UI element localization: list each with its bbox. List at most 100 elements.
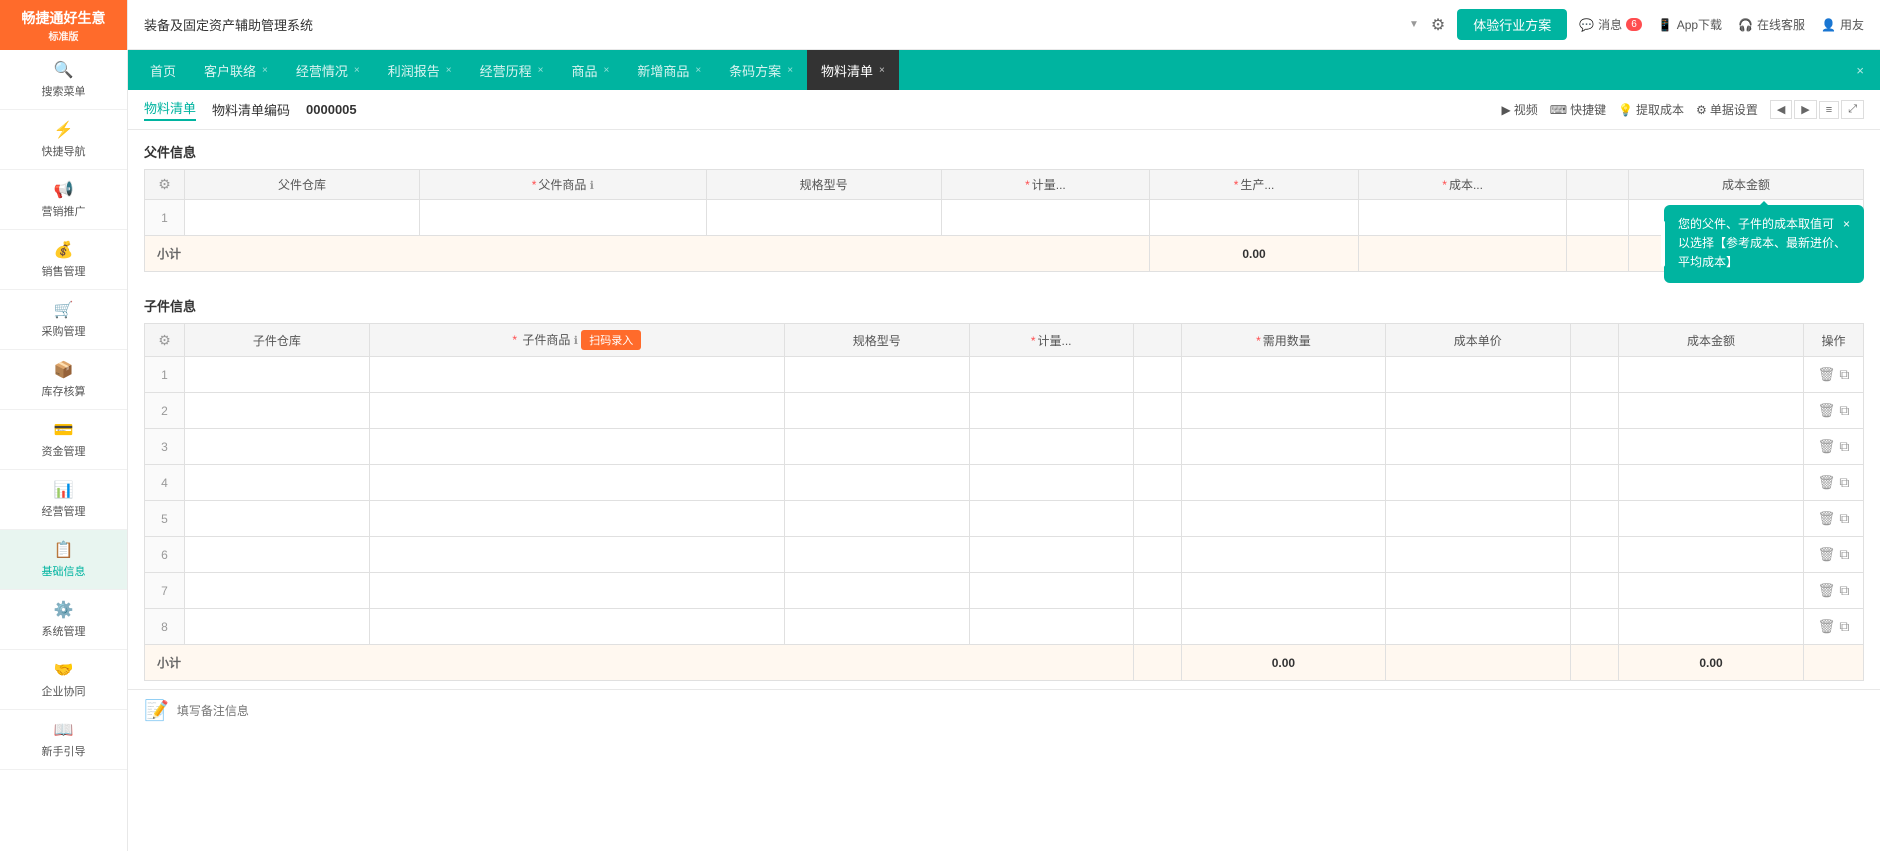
child-delete-icon-7[interactable]: 🗑 (1818, 582, 1836, 599)
child-cell-spec-2[interactable] (784, 393, 969, 429)
breadcrumb-tab2[interactable]: 物料清单编码 (212, 100, 290, 119)
nav-menu-button[interactable]: ≡ (1819, 101, 1839, 119)
note-input[interactable] (177, 704, 1864, 718)
child-cell-warehouse-5[interactable] (185, 501, 370, 537)
child-copy-icon-6[interactable]: ⧉ (1839, 546, 1849, 563)
child-cell-unit-cost-5[interactable] (1385, 501, 1570, 537)
tooltip-close-button[interactable]: × (1843, 215, 1850, 234)
child-cell-unit-cost-2[interactable] (1385, 393, 1570, 429)
sidebar-item-6[interactable]: 💳资金管理 (0, 410, 127, 470)
child-cell-unit-1[interactable] (969, 357, 1133, 393)
message-action[interactable]: 💬 消息 6 (1579, 16, 1642, 33)
user-action[interactable]: 👤 用友 (1821, 16, 1864, 33)
parent-cell-cost-1[interactable] (1358, 200, 1567, 236)
sidebar-item-11[interactable]: 📖新手引导 (0, 710, 127, 770)
settings-gear-button[interactable]: ⚙ (1431, 15, 1445, 35)
child-cell-unit-8[interactable] (969, 609, 1133, 645)
nav-tab-close-5[interactable]: × (603, 65, 609, 76)
child-cell-spec-7[interactable] (784, 573, 969, 609)
child-cell-unit-cost-4[interactable] (1385, 465, 1570, 501)
child-cell-product-3[interactable] (369, 429, 784, 465)
nav-tab-close-3[interactable]: × (446, 65, 452, 76)
nav-tab-6[interactable]: 新增商品× (623, 50, 715, 90)
nav-tab-8[interactable]: 物料清单× (807, 50, 899, 90)
online-service-action[interactable]: 🎧 在线客服 (1738, 16, 1805, 33)
child-cell-unit-cost-6[interactable] (1385, 537, 1570, 573)
child-copy-icon-7[interactable]: ⧉ (1839, 582, 1849, 599)
child-copy-icon-2[interactable]: ⧉ (1839, 402, 1849, 419)
child-delete-icon-8[interactable]: 🗑 (1818, 618, 1836, 635)
child-cell-spec-1[interactable] (784, 357, 969, 393)
parent-col-settings[interactable]: ⚙ (145, 170, 185, 200)
child-cell-spec-5[interactable] (784, 501, 969, 537)
child-cell-unit-7[interactable] (969, 573, 1133, 609)
child-cell-warehouse-4[interactable] (185, 465, 370, 501)
child-cell-unit-4[interactable] (969, 465, 1133, 501)
nav-tab-close-8[interactable]: × (879, 65, 885, 76)
child-cell-warehouse-2[interactable] (185, 393, 370, 429)
nav-tab-7[interactable]: 条码方案× (715, 50, 807, 90)
sidebar-item-2[interactable]: 📢营销推广 (0, 170, 127, 230)
parent-cell-product-1[interactable] (420, 200, 706, 236)
nav-expand-button[interactable]: ⤢ (1841, 100, 1864, 119)
sidebar-item-10[interactable]: 🤝企业协同 (0, 650, 127, 710)
child-cell-qty-5[interactable] (1182, 501, 1386, 537)
child-col-settings[interactable]: ⚙ (145, 324, 185, 357)
child-cell-product-1[interactable] (369, 357, 784, 393)
nav-tab-4[interactable]: 经营历程× (466, 50, 558, 90)
nav-tab-close-1[interactable]: × (262, 65, 268, 76)
nav-tab-close-4[interactable]: × (538, 65, 544, 76)
child-cell-unit-6[interactable] (969, 537, 1133, 573)
sidebar-item-4[interactable]: 🛒采购管理 (0, 290, 127, 350)
child-cell-qty-6[interactable] (1182, 537, 1386, 573)
nav-tab-2[interactable]: 经营情况× (282, 50, 374, 90)
child-cell-warehouse-6[interactable] (185, 537, 370, 573)
child-cell-product-4[interactable] (369, 465, 784, 501)
child-copy-icon-4[interactable]: ⧉ (1839, 474, 1849, 491)
child-cell-qty-2[interactable] (1182, 393, 1386, 429)
child-delete-icon-3[interactable]: 🗑 (1818, 438, 1836, 455)
sidebar-item-0[interactable]: 🔍搜索菜单 (0, 50, 127, 110)
child-cell-unit-3[interactable] (969, 429, 1133, 465)
child-cell-warehouse-8[interactable] (185, 609, 370, 645)
sidebar-item-3[interactable]: 💰销售管理 (0, 230, 127, 290)
child-cell-warehouse-1[interactable] (185, 357, 370, 393)
child-cell-warehouse-3[interactable] (185, 429, 370, 465)
shortcut-action[interactable]: ⌨ 快捷键 (1550, 101, 1606, 118)
sidebar-item-7[interactable]: 📊经营管理 (0, 470, 127, 530)
nav-tab-1[interactable]: 客户联络× (190, 50, 282, 90)
child-cell-product-2[interactable] (369, 393, 784, 429)
child-cell-qty-1[interactable] (1182, 357, 1386, 393)
child-delete-icon-1[interactable]: 🗑 (1818, 366, 1836, 383)
sidebar-item-9[interactable]: ⚙️系统管理 (0, 590, 127, 650)
scan-input-button[interactable]: 扫码录入 (581, 330, 641, 350)
nav-tab-5[interactable]: 商品× (557, 50, 623, 90)
child-delete-icon-4[interactable]: 🗑 (1818, 474, 1836, 491)
app-download-action[interactable]: 📱 App下载 (1658, 16, 1722, 33)
child-copy-icon-1[interactable]: ⧉ (1839, 366, 1849, 383)
breadcrumb-tab1[interactable]: 物料清单 (144, 98, 196, 121)
nav-tab-3[interactable]: 利润报告× (374, 50, 466, 90)
nav-tab-close-6[interactable]: × (695, 65, 701, 76)
nav-tab-0[interactable]: 首页 (136, 50, 190, 90)
child-cell-product-8[interactable] (369, 609, 784, 645)
nav-next-button[interactable]: ▶ (1794, 100, 1816, 119)
sidebar-item-1[interactable]: ⚡快捷导航 (0, 110, 127, 170)
child-cell-qty-3[interactable] (1182, 429, 1386, 465)
view-video-action[interactable]: ▶ 视频 (1501, 101, 1537, 118)
child-cell-spec-6[interactable] (784, 537, 969, 573)
child-cell-unit-5[interactable] (969, 501, 1133, 537)
child-cell-spec-8[interactable] (784, 609, 969, 645)
sidebar-item-5[interactable]: 📦库存核算 (0, 350, 127, 410)
child-cell-unit-cost-3[interactable] (1385, 429, 1570, 465)
child-copy-icon-8[interactable]: ⧉ (1839, 618, 1849, 635)
child-cell-unit-cost-1[interactable] (1385, 357, 1570, 393)
parent-cell-production-1[interactable] (1150, 200, 1359, 236)
child-cell-qty-8[interactable] (1182, 609, 1386, 645)
child-cell-qty-7[interactable] (1182, 573, 1386, 609)
child-cell-unit-2[interactable] (969, 393, 1133, 429)
child-cell-spec-3[interactable] (784, 429, 969, 465)
child-cell-qty-4[interactable] (1182, 465, 1386, 501)
child-cell-product-7[interactable] (369, 573, 784, 609)
child-copy-icon-5[interactable]: ⧉ (1839, 510, 1849, 527)
